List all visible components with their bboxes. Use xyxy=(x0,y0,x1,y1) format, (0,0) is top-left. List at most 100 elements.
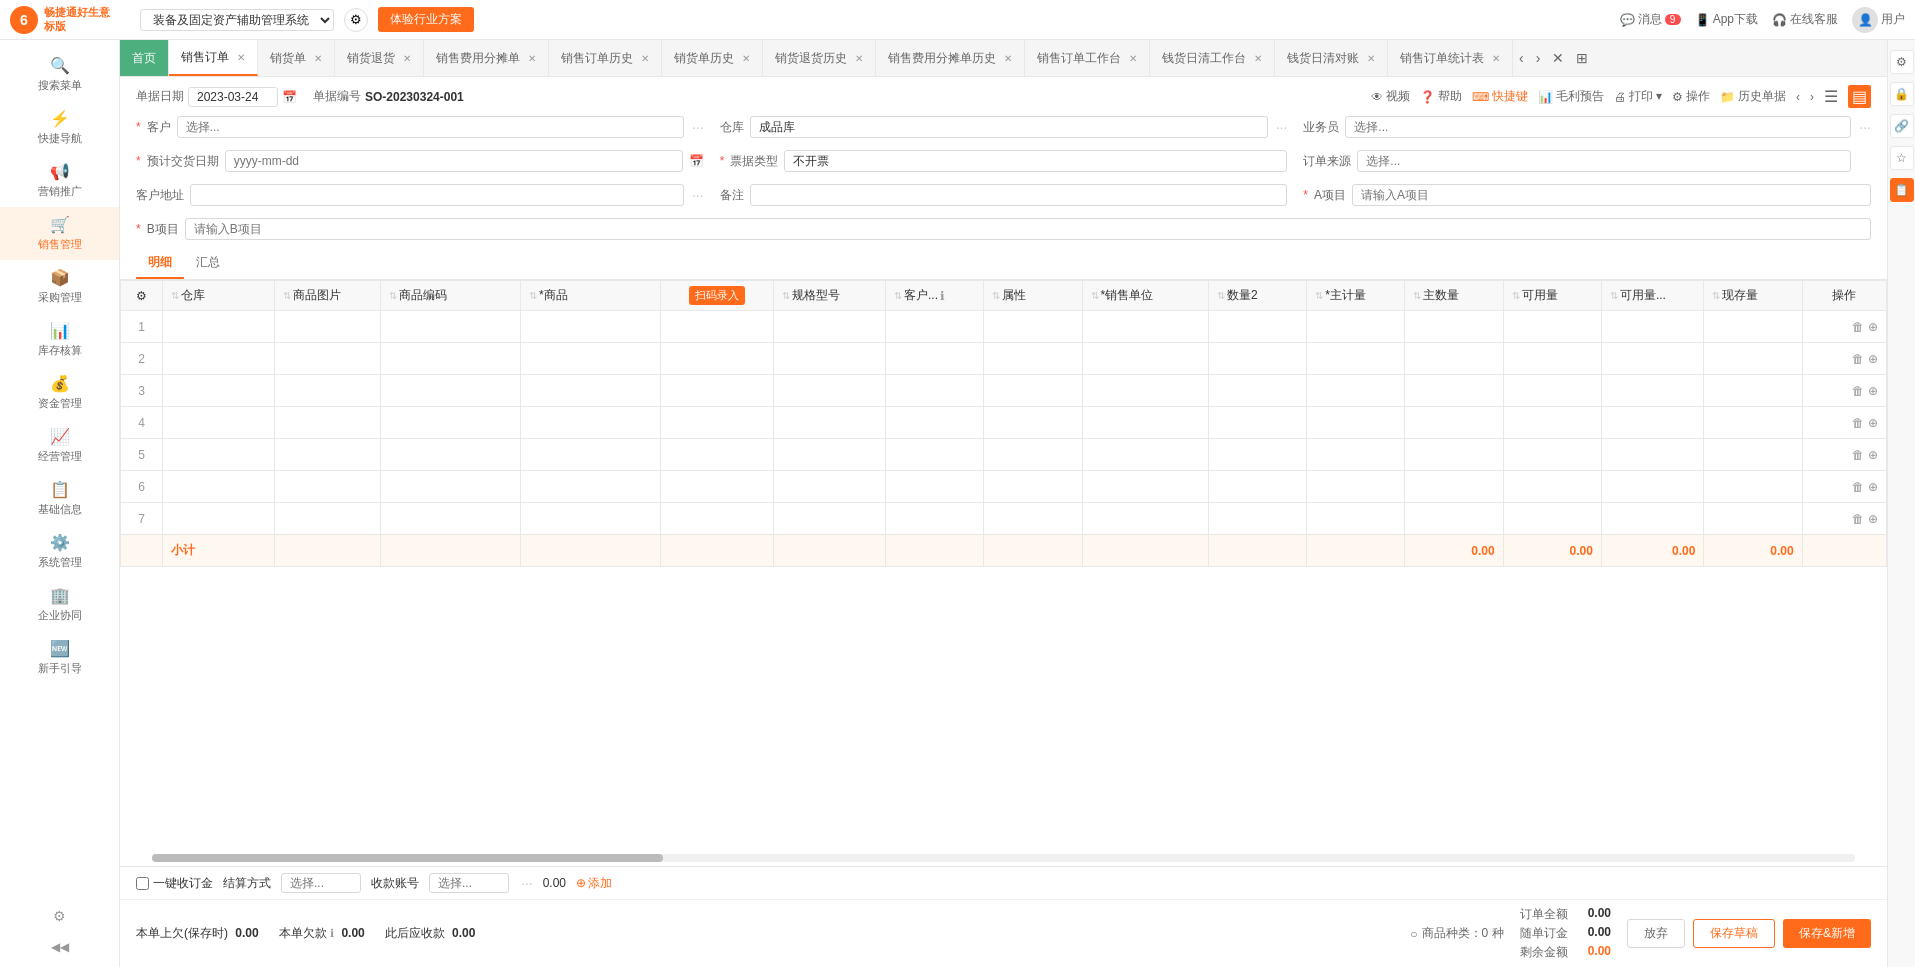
delivery-date-calendar-icon[interactable]: 📅 xyxy=(689,154,704,168)
add-payment-button[interactable]: ⊕ 添加 xyxy=(576,875,612,892)
salesperson-dots-button[interactable]: ··· xyxy=(1859,119,1871,135)
b-project-input[interactable] xyxy=(185,218,1871,240)
sidebar-collapse-button[interactable]: ◀◀ xyxy=(50,937,70,957)
tab-fee-split-history-close[interactable]: ✕ xyxy=(1004,53,1012,64)
grid-view-button[interactable]: ▤ xyxy=(1848,85,1871,108)
settlement-select[interactable] xyxy=(281,873,361,893)
sidebar-settings-button[interactable]: ⚙ xyxy=(45,901,75,931)
tab-sales-return-close[interactable]: ✕ xyxy=(314,53,322,64)
sidebar-item-base-info[interactable]: 📋 基础信息 xyxy=(0,472,119,525)
sidebar-item-quick-nav[interactable]: ⚡ 快捷导航 xyxy=(0,101,119,154)
row-delete-1[interactable]: 🗑 xyxy=(1852,320,1864,334)
row-attribute-1[interactable] xyxy=(984,311,1082,343)
sidebar-item-inventory[interactable]: 📊 库存核算 xyxy=(0,313,119,366)
row-sales-unit-2[interactable] xyxy=(1082,343,1208,375)
row-product-2[interactable] xyxy=(521,343,661,375)
app-download-button[interactable]: 📱 App下载 xyxy=(1695,11,1758,28)
delivery-date-input[interactable] xyxy=(225,150,683,172)
scan-button[interactable]: 扫码录入 xyxy=(689,286,745,305)
deposit-checkbox-input[interactable] xyxy=(136,877,149,890)
save-draft-button[interactable]: 保存草稿 xyxy=(1693,919,1775,948)
row-copy-1[interactable]: ⊕ xyxy=(1868,320,1878,334)
calendar-icon[interactable]: 📅 xyxy=(282,90,297,104)
tab-sales-order-close[interactable]: ✕ xyxy=(237,52,245,63)
help-button[interactable]: ❓ 帮助 xyxy=(1420,88,1462,105)
row-delete-4[interactable]: 🗑 xyxy=(1852,416,1864,430)
tab-cashier-daily[interactable]: 钱货日清工作台 ✕ xyxy=(1150,40,1275,76)
user-avatar[interactable]: 👤 用户 xyxy=(1852,7,1905,33)
row-product-code-1[interactable] xyxy=(380,311,520,343)
sidebar-item-search-menu[interactable]: 🔍 搜索菜单 xyxy=(0,48,119,101)
tab-refund-history[interactable]: 销货退货历史 ✕ xyxy=(763,40,876,76)
operation-button[interactable]: ⚙ 操作 xyxy=(1672,88,1710,105)
right-settings-icon[interactable]: ⚙ xyxy=(1890,50,1914,74)
tab-cashier-reconcile-close[interactable]: ✕ xyxy=(1367,53,1375,64)
list-view-button[interactable]: ☰ xyxy=(1824,87,1838,106)
right-link-icon[interactable]: 🔗 xyxy=(1890,114,1914,138)
doc-date-input[interactable] xyxy=(188,87,278,107)
tab-sales-stats[interactable]: 销售订单统计表 ✕ xyxy=(1388,40,1513,76)
row-copy-5[interactable]: ⊕ xyxy=(1868,448,1878,462)
row-delete-5[interactable]: 🗑 xyxy=(1852,448,1864,462)
scroll-thumb[interactable] xyxy=(152,854,663,862)
row-delete-7[interactable]: 🗑 xyxy=(1852,512,1864,526)
row-copy-2[interactable]: ⊕ xyxy=(1868,352,1878,366)
right-star-icon[interactable]: ☆ xyxy=(1890,146,1914,170)
warehouse-input[interactable] xyxy=(750,116,1268,138)
row-delete-2[interactable]: 🗑 xyxy=(1852,352,1864,366)
tab-menu-button[interactable]: ⊞ xyxy=(1570,40,1594,76)
account-dots-button[interactable]: ··· xyxy=(521,875,533,891)
tab-order-workbench-close[interactable]: ✕ xyxy=(1129,53,1137,64)
salesperson-input[interactable] xyxy=(1345,116,1851,138)
nav-next-button[interactable]: › xyxy=(1810,90,1814,104)
row-product-code-2[interactable] xyxy=(380,343,520,375)
tab-sales-return[interactable]: 销货单 ✕ xyxy=(258,40,335,76)
tab-cashier-reconcile[interactable]: 钱货日清对账 ✕ xyxy=(1275,40,1388,76)
row-delete-3[interactable]: 🗑 xyxy=(1852,384,1864,398)
tab-order-history-close[interactable]: ✕ xyxy=(641,53,649,64)
row-customer-code-1[interactable] xyxy=(886,311,984,343)
tab-next-button[interactable]: › xyxy=(1530,40,1547,76)
row-delete-6[interactable]: 🗑 xyxy=(1852,480,1864,494)
discard-button[interactable]: 放弃 xyxy=(1627,919,1685,948)
sidebar-item-sales[interactable]: 🛒 销售管理 xyxy=(0,207,119,260)
row-copy-4[interactable]: ⊕ xyxy=(1868,416,1878,430)
right-orange-icon[interactable]: 📋 xyxy=(1890,178,1914,202)
tab-order-history[interactable]: 销售订单历史 ✕ xyxy=(549,40,662,76)
view-button[interactable]: 👁 视频 xyxy=(1371,88,1410,105)
sidebar-item-marketing[interactable]: 📢 营销推广 xyxy=(0,154,119,207)
settings-gear-button[interactable]: ⚙ xyxy=(344,8,368,32)
row-warehouse-3[interactable] xyxy=(163,375,275,407)
row-quantity2-2[interactable] xyxy=(1208,343,1306,375)
customer-address-input[interactable] xyxy=(190,184,684,206)
tab-sales-stats-close[interactable]: ✕ xyxy=(1492,53,1500,64)
customer-code-help-icon[interactable]: ℹ xyxy=(940,289,945,303)
row-product-1[interactable] xyxy=(521,311,661,343)
tab-close-all-button[interactable]: ✕ xyxy=(1546,40,1570,76)
row-warehouse-2[interactable] xyxy=(163,343,275,375)
tab-fee-split-history[interactable]: 销售费用分摊单历史 ✕ xyxy=(876,40,1025,76)
sidebar-item-system[interactable]: ⚙️ 系统管理 xyxy=(0,525,119,578)
row-main-qty-2[interactable] xyxy=(1405,343,1503,375)
sidebar-item-finance[interactable]: 💰 资金管理 xyxy=(0,366,119,419)
row-customer-code-2[interactable] xyxy=(886,343,984,375)
message-button[interactable]: 💬 消息 9 xyxy=(1620,11,1681,28)
row-warehouse-1[interactable] xyxy=(163,311,275,343)
shortcut-button[interactable]: ⌨ 快捷键 xyxy=(1472,88,1528,105)
row-main-unit-1[interactable] xyxy=(1307,311,1405,343)
row-copy-6[interactable]: ⊕ xyxy=(1868,480,1878,494)
sidebar-item-enterprise[interactable]: 🏢 企业协同 xyxy=(0,578,119,631)
row-spec-1[interactable] xyxy=(773,311,885,343)
row-main-qty-1[interactable] xyxy=(1405,311,1503,343)
row-copy-3[interactable]: ⊕ xyxy=(1868,384,1878,398)
tab-return-history[interactable]: 销货单历史 ✕ xyxy=(662,40,763,76)
tab-detail[interactable]: 明细 xyxy=(136,248,184,279)
profit-button[interactable]: 📊 毛利预告 xyxy=(1538,88,1604,105)
tab-sales-refund-close[interactable]: ✕ xyxy=(403,53,411,64)
sidebar-item-guide[interactable]: 🆕 新手引导 xyxy=(0,631,119,684)
customer-input[interactable] xyxy=(177,116,684,138)
row-attribute-2[interactable] xyxy=(984,343,1082,375)
row-copy-7[interactable]: ⊕ xyxy=(1868,512,1878,526)
order-source-input[interactable] xyxy=(1357,150,1851,172)
tab-summary[interactable]: 汇总 xyxy=(184,248,232,279)
